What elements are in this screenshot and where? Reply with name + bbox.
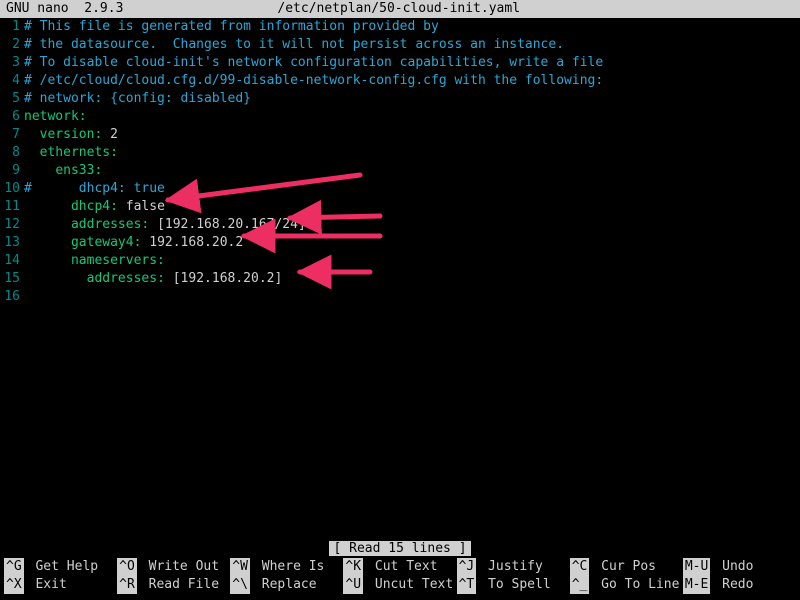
editor-line[interactable]: ens33: bbox=[24, 162, 800, 180]
shortcut-label: Write Out bbox=[141, 558, 219, 576]
editor-line[interactable]: network: bbox=[24, 108, 800, 126]
status-message: [ Read 15 lines ] bbox=[329, 541, 470, 556]
shortcut-label: Get Help bbox=[28, 558, 98, 576]
editor-line[interactable]: dhcp4: false bbox=[24, 198, 800, 216]
editor-lines[interactable]: # This file is generated from informatio… bbox=[24, 18, 800, 540]
shortcut-key: M-E bbox=[683, 576, 710, 594]
editor-line[interactable]: # network: {config: disabled} bbox=[24, 90, 800, 108]
shortcut-read-file[interactable]: ^R Read File bbox=[117, 576, 230, 594]
shortcut-label: To Spell bbox=[480, 576, 550, 594]
line-number: 16 bbox=[0, 288, 20, 306]
editor-line[interactable]: # dhcp4: true bbox=[24, 180, 800, 198]
shortcut-undo[interactable]: M-U Undo bbox=[683, 558, 796, 576]
shortcut-key: ^G bbox=[4, 558, 24, 576]
editor-line[interactable] bbox=[24, 288, 800, 306]
shortcut-label: Go To Line bbox=[593, 576, 679, 594]
editor-line[interactable]: addresses: [192.168.20.2] bbox=[24, 270, 800, 288]
shortcut-justify[interactable]: ^J Justify bbox=[457, 558, 570, 576]
editor-line[interactable]: nameservers: bbox=[24, 252, 800, 270]
shortcut-key: M-U bbox=[683, 558, 710, 576]
shortcut-key: ^U bbox=[343, 576, 363, 594]
editor-viewport[interactable]: 12345678910111213141516 # This file is g… bbox=[0, 18, 800, 540]
shortcut-key: ^R bbox=[117, 576, 137, 594]
line-number: 7 bbox=[0, 126, 20, 144]
line-number: 10 bbox=[0, 180, 20, 198]
shortcut-key: ^J bbox=[457, 558, 477, 576]
shortcut-label: Replace bbox=[254, 576, 317, 594]
editor-line[interactable]: gateway4: 192.168.20.2 bbox=[24, 234, 800, 252]
line-number: 5 bbox=[0, 90, 20, 108]
line-number: 1 bbox=[0, 18, 20, 36]
line-number-gutter: 12345678910111213141516 bbox=[0, 18, 24, 540]
shortcut-label: Uncut Text bbox=[367, 576, 453, 594]
line-number: 6 bbox=[0, 108, 20, 126]
shortcut-key: ^O bbox=[117, 558, 137, 576]
shortcut-label: Read File bbox=[141, 576, 219, 594]
shortcut-cut-text[interactable]: ^K Cut Text bbox=[343, 558, 456, 576]
shortcut-go-to-line[interactable]: ^_ Go To Line bbox=[570, 576, 683, 594]
shortcut-key: ^C bbox=[570, 558, 590, 576]
shortcut-key: ^T bbox=[457, 576, 477, 594]
shortcut-label: Redo bbox=[714, 576, 753, 594]
editor-line[interactable]: # the datasource. Changes to it will not… bbox=[24, 36, 800, 54]
status-bar: [ Read 15 lines ] bbox=[0, 540, 800, 558]
shortcut-label: Exit bbox=[28, 576, 67, 594]
editor-line[interactable]: version: 2 bbox=[24, 126, 800, 144]
line-number: 3 bbox=[0, 54, 20, 72]
line-number: 11 bbox=[0, 198, 20, 216]
line-number: 9 bbox=[0, 162, 20, 180]
app-name: GNU nano 2.9.3 bbox=[6, 0, 123, 18]
editor-line[interactable]: # This file is generated from informatio… bbox=[24, 18, 800, 36]
line-number: 13 bbox=[0, 234, 20, 252]
shortcut-replace[interactable]: ^\ Replace bbox=[230, 576, 343, 594]
editor-line[interactable]: ethernets: bbox=[24, 144, 800, 162]
shortcut-bar: ^G Get Help^O Write Out^W Where Is^K Cut… bbox=[0, 558, 800, 594]
file-path: /etc/netplan/50-cloud-init.yaml bbox=[123, 0, 674, 18]
shortcut-key: ^\ bbox=[230, 576, 250, 594]
shortcut-key: ^X bbox=[4, 576, 24, 594]
shortcut-label: Justify bbox=[480, 558, 543, 576]
shortcut-redo[interactable]: M-E Redo bbox=[683, 576, 796, 594]
shortcut-uncut-text[interactable]: ^U Uncut Text bbox=[343, 576, 456, 594]
shortcut-key: ^W bbox=[230, 558, 250, 576]
shortcut-cur-pos[interactable]: ^C Cur Pos bbox=[570, 558, 683, 576]
line-number: 8 bbox=[0, 144, 20, 162]
editor-line[interactable]: # To disable cloud-init's network config… bbox=[24, 54, 800, 72]
shortcut-label: Undo bbox=[714, 558, 753, 576]
shortcut-exit[interactable]: ^X Exit bbox=[4, 576, 117, 594]
shortcut-key: ^K bbox=[343, 558, 363, 576]
line-number: 12 bbox=[0, 216, 20, 234]
line-number: 14 bbox=[0, 252, 20, 270]
titlebar: GNU nano 2.9.3 /etc/netplan/50-cloud-ini… bbox=[0, 0, 800, 18]
line-number: 2 bbox=[0, 36, 20, 54]
shortcut-get-help[interactable]: ^G Get Help bbox=[4, 558, 117, 576]
editor-line[interactable]: # /etc/cloud/cloud.cfg.d/99-disable-netw… bbox=[24, 72, 800, 90]
shortcut-label: Cur Pos bbox=[593, 558, 656, 576]
shortcut-where-is[interactable]: ^W Where Is bbox=[230, 558, 343, 576]
shortcut-label: Where Is bbox=[254, 558, 324, 576]
line-number: 15 bbox=[0, 270, 20, 288]
shortcut-to-spell[interactable]: ^T To Spell bbox=[457, 576, 570, 594]
shortcut-write-out[interactable]: ^O Write Out bbox=[117, 558, 230, 576]
shortcut-label: Cut Text bbox=[367, 558, 437, 576]
shortcut-key: ^_ bbox=[570, 576, 590, 594]
line-number: 4 bbox=[0, 72, 20, 90]
editor-line[interactable]: addresses: [192.168.20.167/24] bbox=[24, 216, 800, 234]
